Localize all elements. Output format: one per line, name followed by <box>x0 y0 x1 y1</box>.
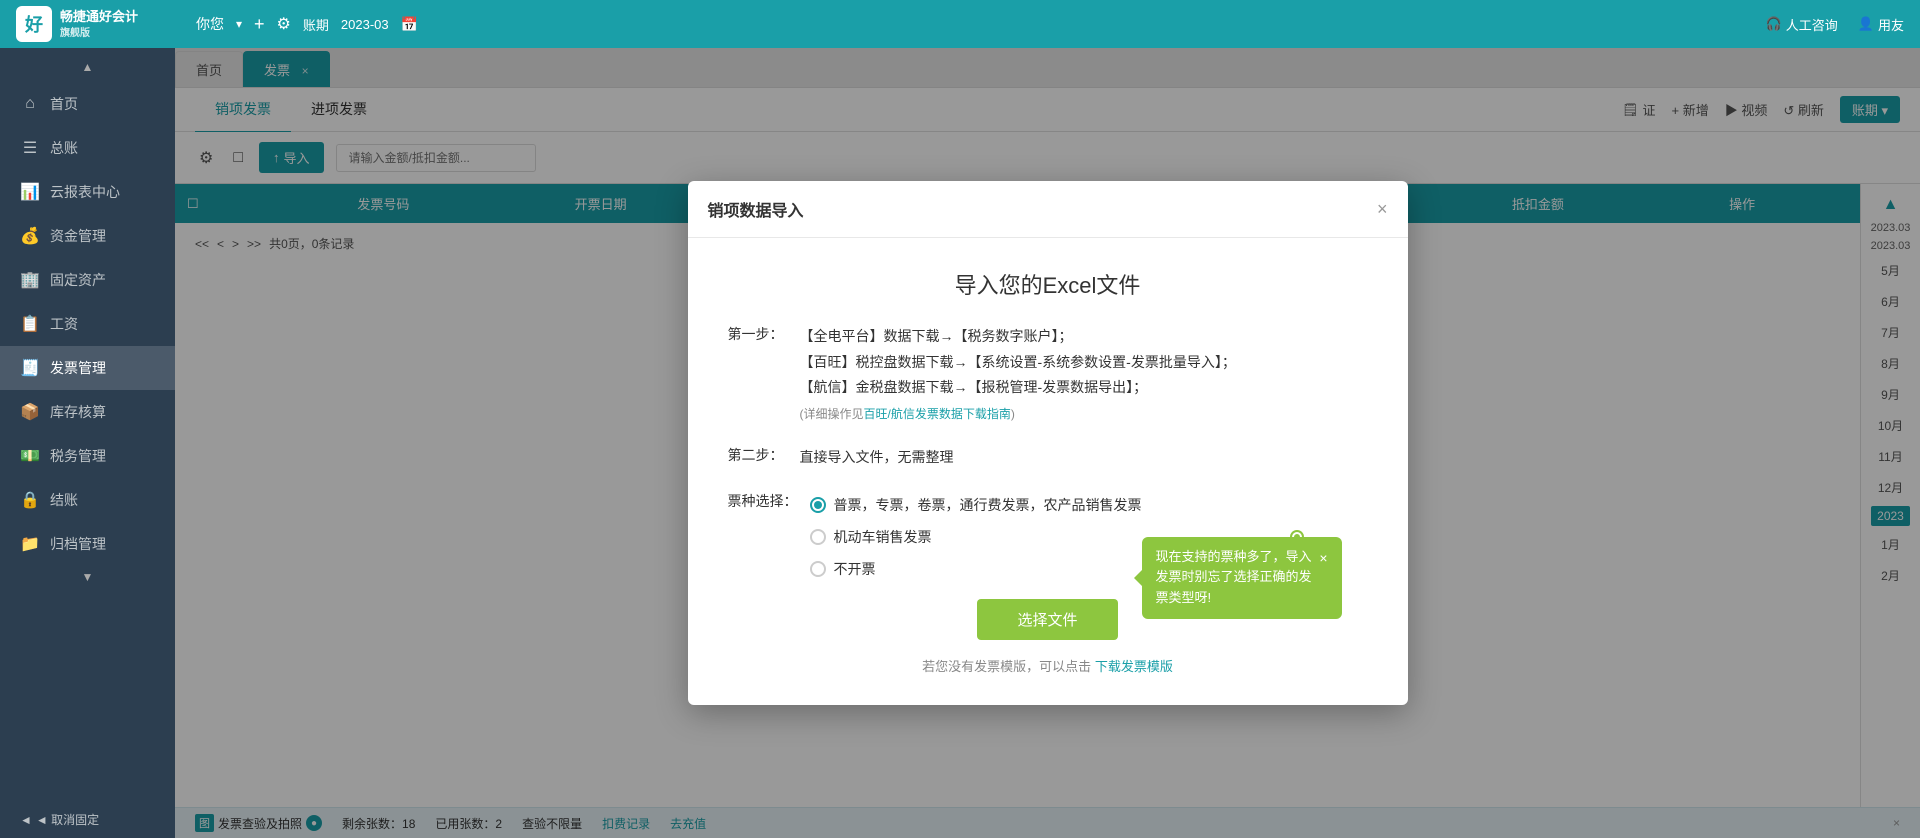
logo: 好 畅捷通好会计 旗舰版 <box>16 6 176 42</box>
step1-line2: 【百旺】税控盘数据下载→【系统设置-系统参数设置-发票批量导入】； <box>800 350 1236 375</box>
sidebar-item-archive-label: 归档管理 <box>50 534 106 554</box>
archive-icon: 📁 <box>20 534 40 554</box>
topbar-right: 🎧 人工咨询 👤 用友 <box>1766 15 1904 34</box>
ticket-options: 普票，专票，卷票，通行费发票，农产品销售发票 机动车销售发票 × <box>810 495 1142 579</box>
add-button[interactable]: + <box>254 14 265 35</box>
invoice-icon: 🧾 <box>20 358 40 378</box>
sidebar-item-close-label: 结账 <box>50 490 78 510</box>
assets-icon: 🏢 <box>20 270 40 290</box>
modal-overlay: 销项数据导入 × 导入您的Excel文件 第一步： 【全电平台】数据下载→【税务… <box>175 48 1920 838</box>
sidebar-item-ledger[interactable]: ☰ 总账 <box>0 126 175 170</box>
settings-icon[interactable]: ⚙ <box>277 14 291 34</box>
download-template-link[interactable]: 下载发票模版 <box>1095 659 1173 674</box>
modal-title: 销项数据导入 <box>708 197 804 221</box>
ticket-option-normal[interactable]: 普票，专票，卷票，通行费发票，农产品销售发票 <box>810 495 1142 515</box>
sidebar-item-assets-label: 固定资产 <box>50 270 106 290</box>
reports-icon: 📊 <box>20 182 40 202</box>
cancel-fixed-button[interactable]: ◄ ◄ 取消固定 <box>0 801 175 838</box>
funds-icon: 💰 <box>20 226 40 246</box>
sidebar-item-home[interactable]: ⌂ 首页 <box>0 82 175 126</box>
ledger-icon: ☰ <box>20 138 40 158</box>
tooltip-balloon: × 现在支持的票种多了，导入发票时别忘了选择正确的发票类型呀! <box>1142 537 1342 619</box>
ticket-noissue-label: 不开票 <box>834 559 876 579</box>
step1-link: (详细操作见百旺/航信发票数据下载指南) <box>800 404 1236 426</box>
guide-link[interactable]: 百旺/航信发票数据下载指南 <box>864 407 1011 421</box>
consult-button[interactable]: 🎧 人工咨询 <box>1766 15 1838 34</box>
sidebar-item-reports[interactable]: 📊 云报表中心 <box>0 170 175 214</box>
user-button[interactable]: 👤 用友 <box>1858 15 1904 34</box>
sidebar-item-tax[interactable]: 💵 税务管理 <box>0 434 175 478</box>
home-icon: ⌂ <box>20 95 40 113</box>
radio-normal[interactable] <box>810 497 826 513</box>
ticket-row: 票种选择： 普票，专票，卷票，通行费发票，农产品销售发票 机动车销售发票 <box>728 491 1368 579</box>
sidebar-item-inventory[interactable]: 📦 库存核算 <box>0 390 175 434</box>
cancel-icon: ◄ <box>20 813 32 827</box>
import-modal: 销项数据导入 × 导入您的Excel文件 第一步： 【全电平台】数据下载→【税务… <box>688 181 1408 704</box>
sidebar-item-close[interactable]: 🔒 结账 <box>0 478 175 522</box>
radio-motor[interactable] <box>810 529 826 545</box>
ticket-option-noissue[interactable]: 不开票 <box>810 559 1142 579</box>
step1-row: 第一步： 【全电平台】数据下载→【税务数字账户】； 【百旺】税控盘数据下载→【系… <box>728 324 1368 425</box>
sidebar-item-tax-label: 税务管理 <box>50 446 106 466</box>
step1-label: 第一步： <box>728 324 788 425</box>
ticket-label: 票种选择： <box>728 491 798 579</box>
logo-icon: 好 <box>16 6 52 42</box>
sidebar-item-ledger-label: 总账 <box>50 138 78 158</box>
sidebar-item-inventory-label: 库存核算 <box>50 402 106 422</box>
step1-content: 【全电平台】数据下载→【税务数字账户】； 【百旺】税控盘数据下载→【系统设置-系… <box>800 324 1236 425</box>
modal-step1: 第一步： 【全电平台】数据下载→【税务数字账户】； 【百旺】税控盘数据下载→【系… <box>728 324 1368 425</box>
tooltip-close-button[interactable]: × <box>1319 547 1327 569</box>
step1-line1: 【全电平台】数据下载→【税务数字账户】； <box>800 324 1236 349</box>
sidebar-item-assets[interactable]: 🏢 固定资产 <box>0 258 175 302</box>
sidebar-item-reports-label: 云报表中心 <box>50 182 120 202</box>
sidebar-item-invoice[interactable]: 🧾 发票管理 <box>0 346 175 390</box>
logo-sub: 旗舰版 <box>60 24 138 39</box>
tooltip-text: 现在支持的票种多了，导入发票时别忘了选择正确的发票类型呀! <box>1156 549 1312 606</box>
sidebar-item-payroll[interactable]: 📋 工资 <box>0 302 175 346</box>
logo-text: 畅捷通好会计 <box>60 9 138 25</box>
step2-content: 直接导入文件，无需整理 <box>800 445 954 470</box>
sidebar-item-funds-label: 资金管理 <box>50 226 106 246</box>
radio-noissue[interactable] <box>810 561 826 577</box>
modal-body: 导入您的Excel文件 第一步： 【全电平台】数据下载→【税务数字账户】； 【百… <box>688 238 1408 704</box>
step2-row: 第二步： 直接导入文件，无需整理 <box>728 445 1368 470</box>
payroll-icon: 📋 <box>20 314 40 334</box>
sidebar-item-invoice-label: 发票管理 <box>50 358 106 378</box>
sidebar-item-home-label: 首页 <box>50 94 78 114</box>
main-layout: ▲ ⌂ 首页 ☰ 总账 📊 云报表中心 💰 资金管理 🏢 固定资产 📋 工资 🧾… <box>0 48 1920 838</box>
user-icon: 👤 <box>1858 16 1874 32</box>
modal-main-title: 导入您的Excel文件 <box>728 268 1368 300</box>
sidebar-item-funds[interactable]: 💰 资金管理 <box>0 214 175 258</box>
inventory-icon: 📦 <box>20 402 40 422</box>
content-area: 首页 发票 × 销项发票 进项发票 🗒 证 + 新增 <box>175 48 1920 838</box>
account-name[interactable]: 你您 <box>196 14 224 34</box>
step2-label: 第二步： <box>728 445 788 470</box>
radio-dot-normal <box>814 501 822 509</box>
sidebar-scroll-down[interactable]: ▼ <box>0 566 175 592</box>
period-value: 2023-03 <box>341 17 389 32</box>
account-dropdown-icon[interactable]: ▾ <box>236 17 242 31</box>
headphone-icon: 🎧 <box>1766 16 1782 32</box>
select-file-button[interactable]: 选择文件 <box>977 599 1117 640</box>
sidebar-item-archive[interactable]: 📁 归档管理 <box>0 522 175 566</box>
sidebar-scroll-up[interactable]: ▲ <box>0 56 175 82</box>
period-label: 账期 <box>303 15 329 34</box>
ticket-option-motor[interactable]: 机动车销售发票 × 现在支持的票种多了，导入发票时别忘了选择正确的发票类型呀! <box>810 527 1142 547</box>
step1-line3: 【航信】金税盘数据下载→【报税管理-发票数据导出】； <box>800 375 1236 400</box>
calendar-icon[interactable]: 📅 <box>401 16 418 33</box>
modal-close-button[interactable]: × <box>1377 200 1388 218</box>
modal-ticket-type: 票种选择： 普票，专票，卷票，通行费发票，农产品销售发票 机动车销售发票 <box>728 491 1368 579</box>
template-link-row: 若您没有发票模版，可以点击 下载发票模版 <box>922 656 1173 675</box>
sidebar: ▲ ⌂ 首页 ☰ 总账 📊 云报表中心 💰 资金管理 🏢 固定资产 📋 工资 🧾… <box>0 48 175 838</box>
ticket-normal-label: 普票，专票，卷票，通行费发票，农产品销售发票 <box>834 495 1142 515</box>
modal-step2: 第二步： 直接导入文件，无需整理 <box>728 445 1368 470</box>
ticket-motor-label: 机动车销售发票 <box>834 527 932 547</box>
close-accounts-icon: 🔒 <box>20 490 40 510</box>
topbar: 好 畅捷通好会计 旗舰版 你您 ▾ + ⚙ 账期 2023-03 📅 🎧 人工咨… <box>0 0 1920 48</box>
sidebar-item-payroll-label: 工资 <box>50 314 78 334</box>
tax-icon: 💵 <box>20 446 40 466</box>
modal-header: 销项数据导入 × <box>688 181 1408 238</box>
